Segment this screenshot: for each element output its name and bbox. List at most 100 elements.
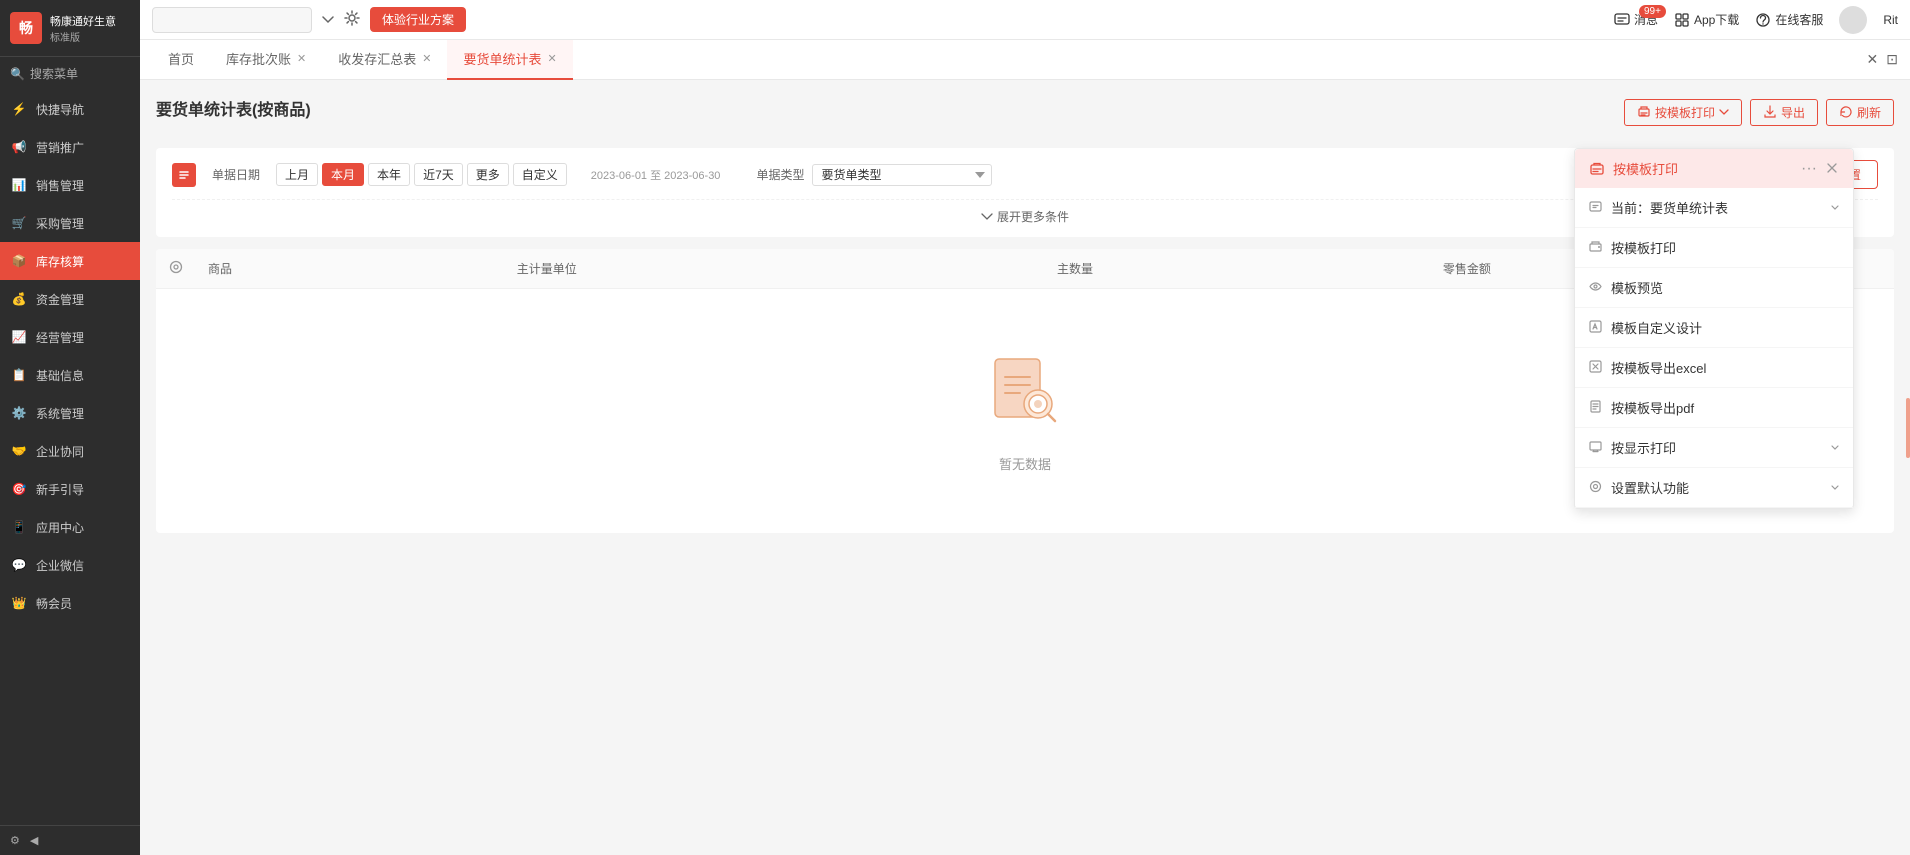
tabs-close-all-btn[interactable]: ✕: [1867, 51, 1879, 68]
col-unit: 主计量单位: [505, 249, 1045, 289]
sidebar: 畅 畅康通好生意 标准版 🔍 搜索菜单 ⚡ 快捷导航 📢 营销推广 📊 销售管理…: [0, 0, 140, 855]
filter-date-range: 2023-06-01 至 2023-06-30: [591, 167, 721, 183]
dropdown-item-template-preview[interactable]: 模板预览: [1575, 268, 1853, 308]
page-title: 要货单统计表(按商品): [156, 96, 311, 120]
sidebar-item-label: 资金管理: [36, 291, 84, 308]
trial-industry-btn[interactable]: 体验行业方案: [370, 7, 466, 32]
sidebar-item-quick-nav[interactable]: ⚡ 快捷导航: [0, 90, 140, 128]
col-qty: 主数量: [1045, 249, 1431, 289]
sidebar-item-collab[interactable]: 🤝 企业协同: [0, 432, 140, 470]
sidebar-item-basic[interactable]: 📋 基础信息: [0, 356, 140, 394]
sidebar-item-label: 基础信息: [36, 367, 84, 384]
sidebar-item-marketing[interactable]: 📢 营销推广: [0, 128, 140, 166]
search-icon: 🔍: [10, 67, 25, 81]
dropdown-item-template-design[interactable]: 模板自定义设计: [1575, 308, 1853, 348]
sidebar-item-label: 快捷导航: [36, 101, 84, 118]
quick-nav-icon: ⚡: [10, 100, 28, 118]
user-avatar[interactable]: [1839, 6, 1867, 34]
sidebar-item-label: 库存核算: [36, 253, 84, 270]
topbar-msg-btn[interactable]: 消息 99+: [1614, 11, 1658, 28]
topbar-username: Rit: [1883, 13, 1898, 27]
dropdown-item-template-print[interactable]: 按模板打印: [1575, 228, 1853, 268]
dropdown-close-btn[interactable]: [1825, 160, 1839, 178]
app-logo-text: 畅康通好生意 标准版: [50, 13, 116, 44]
sidebar-item-sales[interactable]: 📊 销售管理: [0, 166, 140, 204]
template-pdf-label: 按模板导出pdf: [1611, 398, 1694, 417]
filter-date-current-year[interactable]: 本年: [368, 163, 410, 186]
export-btn[interactable]: 导出: [1750, 99, 1818, 126]
template-design-icon: [1589, 320, 1602, 336]
refresh-btn[interactable]: 刷新: [1826, 99, 1894, 126]
sidebar-item-wechat[interactable]: 💬 企业微信: [0, 546, 140, 584]
dropdown-item-display-print[interactable]: 按显示打印: [1575, 428, 1853, 468]
refresh-label: 刷新: [1857, 104, 1881, 121]
sales-icon: 📊: [10, 176, 28, 194]
sidebar-item-inventory[interactable]: 📦 库存核算: [0, 242, 140, 280]
tab-batch-accounts[interactable]: 库存批次账 ✕: [210, 40, 322, 80]
current-label: 当前：要货单统计表: [1611, 198, 1728, 217]
filter-type-select[interactable]: 要货单类型: [812, 164, 992, 186]
expand-conditions-btn[interactable]: 展开更多条件: [981, 208, 1069, 225]
template-print-icon: [1589, 240, 1602, 256]
tab-home[interactable]: 首页: [152, 40, 210, 80]
dropdown-item-set-default[interactable]: 设置默认功能: [1575, 468, 1853, 508]
set-default-icon: [1589, 480, 1602, 496]
tab-order-stats[interactable]: 要货单统计表 ✕: [447, 40, 572, 80]
dropdown-item-template-pdf[interactable]: 按模板导出pdf: [1575, 388, 1853, 428]
tabs-maximize-btn[interactable]: ⊡: [1886, 51, 1898, 68]
sidebar-search[interactable]: 🔍 搜索菜单: [0, 57, 140, 90]
tab-order-stats-label: 要货单统计表: [463, 49, 541, 68]
tab-batch-accounts-close[interactable]: ✕: [297, 52, 306, 65]
topbar-search-input[interactable]: [152, 7, 312, 33]
msg-badge: 99+: [1639, 5, 1666, 18]
sidebar-item-system[interactable]: ⚙️ 系统管理: [0, 394, 140, 432]
sidebar-item-operation[interactable]: 📈 经营管理: [0, 318, 140, 356]
topbar-service-btn[interactable]: 在线客服: [1755, 11, 1823, 28]
filter-date-7days[interactable]: 近7天: [414, 163, 463, 186]
filter-type: 单据类型 要货单类型: [756, 164, 992, 186]
dropdown-title: 按模板打印: [1613, 159, 1678, 178]
sidebar-item-label: 营销推广: [36, 139, 84, 156]
set-default-label: 设置默认功能: [1611, 478, 1689, 497]
topbar-gear-btn[interactable]: [344, 10, 360, 29]
scroll-indicator: [1906, 398, 1910, 458]
dropdown-header: 按模板打印 ···: [1575, 149, 1853, 188]
table-settings-icon[interactable]: [168, 264, 184, 278]
inventory-icon: 📦: [10, 252, 28, 270]
export-label: 导出: [1781, 104, 1805, 121]
filter-expand-icon[interactable]: [172, 163, 196, 187]
template-pdf-icon: [1589, 400, 1602, 416]
sidebar-collapse-btn[interactable]: ◀: [30, 834, 38, 847]
display-print-label: 按显示打印: [1611, 438, 1676, 457]
dropdown-more-btn[interactable]: ···: [1799, 160, 1819, 178]
topbar-app-btn[interactable]: App下载: [1674, 11, 1739, 28]
set-default-arrow: [1831, 482, 1839, 494]
filter-date-prev-month[interactable]: 上月: [276, 163, 318, 186]
template-excel-icon: [1589, 360, 1602, 376]
dropdown-header-left: 按模板打印: [1589, 159, 1678, 178]
tab-home-label: 首页: [168, 49, 194, 68]
sidebar-item-apps[interactable]: 📱 应用中心: [0, 508, 140, 546]
sidebar-bottom: ⚙ ◀: [0, 825, 140, 855]
page-actions: 按模板打印 导出 刷新: [1624, 99, 1894, 126]
template-excel-label: 按模板导出excel: [1611, 358, 1706, 377]
marketing-icon: 📢: [10, 138, 28, 156]
tab-order-stats-close[interactable]: ✕: [548, 52, 557, 65]
sidebar-item-label: 采购管理: [36, 215, 84, 232]
sidebar-item-member[interactable]: 👑 畅会员: [0, 584, 140, 622]
service-label: 在线客服: [1775, 11, 1823, 28]
sidebar-item-finance[interactable]: 💰 资金管理: [0, 280, 140, 318]
filter-date-more[interactable]: 更多: [467, 163, 509, 186]
dropdown-item-template-excel[interactable]: 按模板导出excel: [1575, 348, 1853, 388]
sidebar-settings-btn[interactable]: ⚙: [10, 834, 20, 847]
print-template-btn[interactable]: 按模板打印: [1624, 99, 1742, 126]
filter-date-current-month[interactable]: 本月: [322, 163, 364, 186]
tab-receipt-summary-close[interactable]: ✕: [422, 52, 431, 65]
filter-date-custom[interactable]: 自定义: [513, 163, 567, 186]
sidebar-logo: 畅 畅康通好生意 标准版: [0, 0, 140, 57]
topbar-dropdown-btn[interactable]: [322, 12, 334, 27]
dropdown-current-item[interactable]: 当前：要货单统计表: [1575, 188, 1853, 228]
tab-receipt-summary[interactable]: 收发存汇总表 ✕: [322, 40, 447, 80]
sidebar-item-guide[interactable]: 🎯 新手引导: [0, 470, 140, 508]
sidebar-item-purchase[interactable]: 🛒 采购管理: [0, 204, 140, 242]
